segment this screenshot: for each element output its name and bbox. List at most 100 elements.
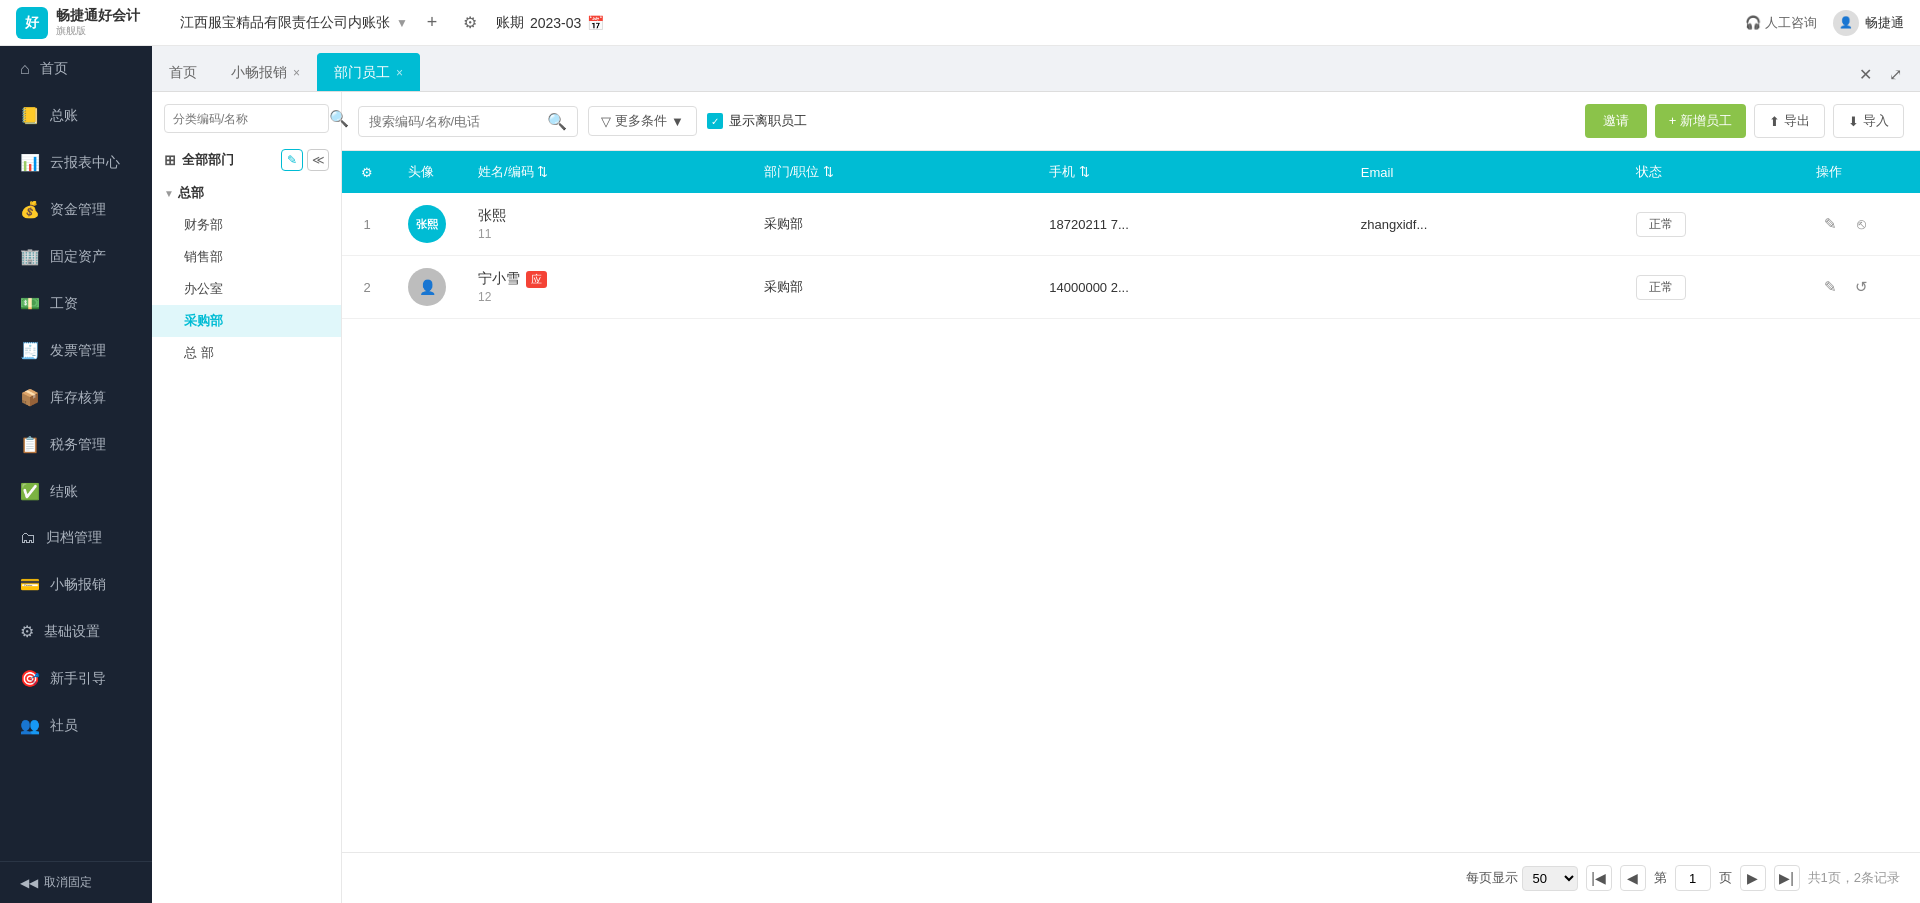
invite-button[interactable]: 邀请 xyxy=(1585,104,1647,138)
calendar-icon[interactable]: 📅 xyxy=(587,15,604,31)
company-chevron-icon: ▼ xyxy=(396,16,408,30)
tab-employee[interactable]: 部门员工 × xyxy=(317,53,420,91)
tab-expand-button[interactable]: ⤢ xyxy=(1882,61,1908,87)
app-sub: 旗舰版 xyxy=(56,24,140,38)
col-settings[interactable]: ⚙ xyxy=(342,151,392,193)
sidebar-item-settings[interactable]: ⚙ 基础设置 xyxy=(0,608,152,655)
home-icon: ⌂ xyxy=(20,60,30,78)
dept-collapse-button[interactable]: ≪ xyxy=(307,149,329,171)
col-name-code[interactable]: 姓名/编码 ⇅ xyxy=(462,151,748,193)
dept-node-finance[interactable]: 财务部 xyxy=(152,209,341,241)
sidebar-item-invoice[interactable]: 🧾 发票管理 xyxy=(0,327,152,374)
sidebar-label-reports: 云报表中心 xyxy=(50,154,120,172)
dept-node-head[interactable]: 总 部 xyxy=(152,337,341,369)
page-last-button[interactable]: ▶| xyxy=(1774,865,1800,891)
row1-avatar-cell: 张熙 xyxy=(392,193,462,256)
employee-search-icon[interactable]: 🔍 xyxy=(547,112,567,131)
dept-search-box[interactable]: 🔍 xyxy=(164,104,329,133)
sidebar-item-archive[interactable]: 🗂 归档管理 xyxy=(0,515,152,561)
show-resigned-checkbox[interactable] xyxy=(707,113,723,129)
dept-tree-list: ▼ 总部 财务部 销售部 办公室 采购部 xyxy=(152,177,341,891)
dept-label-sales: 销售部 xyxy=(184,248,223,266)
row2-avatar: 👤 xyxy=(408,268,446,306)
sidebar-item-assets-mgmt[interactable]: 💰 资金管理 xyxy=(0,186,152,233)
row2-email xyxy=(1345,256,1620,319)
tab-bar: 首页 小畅报销 × 部门员工 × ✕ ⤢ xyxy=(152,46,1920,92)
page-prev-button[interactable]: ◀ xyxy=(1620,865,1646,891)
archive-icon: 🗂 xyxy=(20,529,36,547)
tab-expense-label: 小畅报销 xyxy=(231,64,287,82)
sidebar-item-staff[interactable]: 👥 社员 xyxy=(0,702,152,749)
page-suffix: 页 xyxy=(1719,869,1732,887)
sidebar-item-checkout[interactable]: ✅ 结账 xyxy=(0,468,152,515)
dept-node-sales[interactable]: 销售部 xyxy=(152,241,341,273)
row2-num: 2 xyxy=(342,256,392,319)
export-label: 导出 xyxy=(1784,112,1810,130)
export-button[interactable]: ⬆ 导出 xyxy=(1754,104,1825,138)
support-button[interactable]: 🎧 人工咨询 xyxy=(1745,14,1817,32)
show-resigned-toggle[interactable]: 显示离职员工 xyxy=(707,112,807,130)
page-size-select[interactable]: 每页显示 50 10 20 100 xyxy=(1466,866,1578,891)
row2-name: 宁小雪 xyxy=(478,270,520,288)
left-arrow-icon: ◀◀ xyxy=(20,876,38,890)
sidebar-label-invoice: 发票管理 xyxy=(50,342,106,360)
row1-logout-button[interactable]: ⎋ xyxy=(1848,210,1876,238)
sidebar-item-payroll[interactable]: 💵 工资 xyxy=(0,280,152,327)
sidebar-item-guide[interactable]: 🎯 新手引导 xyxy=(0,655,152,702)
row1-edit-button[interactable]: ✎ xyxy=(1816,210,1844,238)
period-area: 账期 2023-03 📅 xyxy=(496,14,604,32)
dept-tree-panel: 🔍 ⊞ 全部部门 ✎ ≪ ▼ xyxy=(152,92,342,903)
row2-phone: 14000000 2... xyxy=(1033,256,1345,319)
sidebar-item-reports[interactable]: 📊 云报表中心 xyxy=(0,139,152,186)
more-filter-button[interactable]: ▽ 更多条件 ▼ xyxy=(588,106,697,136)
row2-name-code: 宁小雪 应 12 xyxy=(478,270,547,304)
employee-search-box[interactable]: 🔍 xyxy=(358,106,578,137)
tab-expense-close-icon[interactable]: × xyxy=(293,66,300,80)
import-button[interactable]: ⬇ 导入 xyxy=(1833,104,1904,138)
sidebar-item-fixed-assets[interactable]: 🏢 固定资产 xyxy=(0,233,152,280)
dept-node-purchase[interactable]: 采购部 xyxy=(152,305,341,337)
reports-icon: 📊 xyxy=(20,153,40,172)
table-row: 2 👤 宁小雪 xyxy=(342,256,1920,319)
page-number-input[interactable] xyxy=(1675,865,1711,891)
unpin-button[interactable]: ◀◀ 取消固定 xyxy=(0,861,152,903)
guide-icon: 🎯 xyxy=(20,669,40,688)
sidebar-item-tax[interactable]: 📋 税务管理 xyxy=(0,421,152,468)
row2-edit-button[interactable]: ✎ xyxy=(1816,273,1844,301)
dept-edit-button[interactable]: ✎ xyxy=(281,149,303,171)
employee-table-container: ⚙ 头像 姓名/编码 ⇅ 部门/职位 ⇅ xyxy=(342,151,1920,852)
dept-search-input[interactable] xyxy=(173,112,323,126)
dept-root-label[interactable]: 全部部门 xyxy=(182,151,234,169)
row2-refresh-button[interactable]: ↺ xyxy=(1848,273,1876,301)
tab-expense[interactable]: 小畅报销 × xyxy=(214,53,317,91)
pagination-bar: 每页显示 50 10 20 100 |◀ ◀ 第 页 xyxy=(342,852,1920,903)
per-page-dropdown[interactable]: 50 10 20 100 xyxy=(1522,866,1578,891)
dept-node-general[interactable]: ▼ 总部 xyxy=(152,177,341,209)
sidebar-item-inventory[interactable]: 📦 库存核算 xyxy=(0,374,152,421)
page-next-button[interactable]: ▶ xyxy=(1740,865,1766,891)
employee-search-input[interactable] xyxy=(369,114,541,129)
tab-home[interactable]: 首页 xyxy=(152,53,214,91)
sidebar-item-home[interactable]: ⌂ 首页 xyxy=(0,46,152,92)
row1-actions-cell: ✎ ⎋ xyxy=(1800,193,1920,256)
company-select[interactable]: 江西服宝精品有限责任公司内账张 ▼ xyxy=(180,14,408,32)
add-tab-button[interactable]: + xyxy=(420,11,444,35)
tab-employee-close-icon[interactable]: × xyxy=(396,66,403,80)
sidebar-item-expense[interactable]: 💳 小畅报销 xyxy=(0,561,152,608)
content-area: 首页 小畅报销 × 部门员工 × ✕ ⤢ 🔍 xyxy=(152,46,1920,903)
col-phone[interactable]: 手机 ⇅ xyxy=(1033,151,1345,193)
sidebar-label-ledger: 总账 xyxy=(50,107,78,125)
sidebar-label-home: 首页 xyxy=(40,60,68,78)
add-employee-button[interactable]: + 新增员工 xyxy=(1655,104,1746,138)
settings-gear-button[interactable]: ⚙ xyxy=(456,9,484,37)
col-dept[interactable]: 部门/职位 ⇅ xyxy=(748,151,1034,193)
sidebar-item-ledger[interactable]: 📒 总账 xyxy=(0,92,152,139)
user-area[interactable]: 👤 畅捷通 xyxy=(1833,10,1904,36)
tab-close-window-button[interactable]: ✕ xyxy=(1852,61,1878,87)
page-first-button[interactable]: |◀ xyxy=(1586,865,1612,891)
dept-header-left: ⊞ 全部部门 xyxy=(164,151,234,169)
dept-node-office[interactable]: 办公室 xyxy=(152,273,341,305)
sidebar: ⌂ 首页 📒 总账 📊 云报表中心 💰 资金管理 🏢 固定资产 💵 工资 🧾 发… xyxy=(0,46,152,903)
tax-icon: 📋 xyxy=(20,435,40,454)
row1-code: 11 xyxy=(478,227,732,241)
